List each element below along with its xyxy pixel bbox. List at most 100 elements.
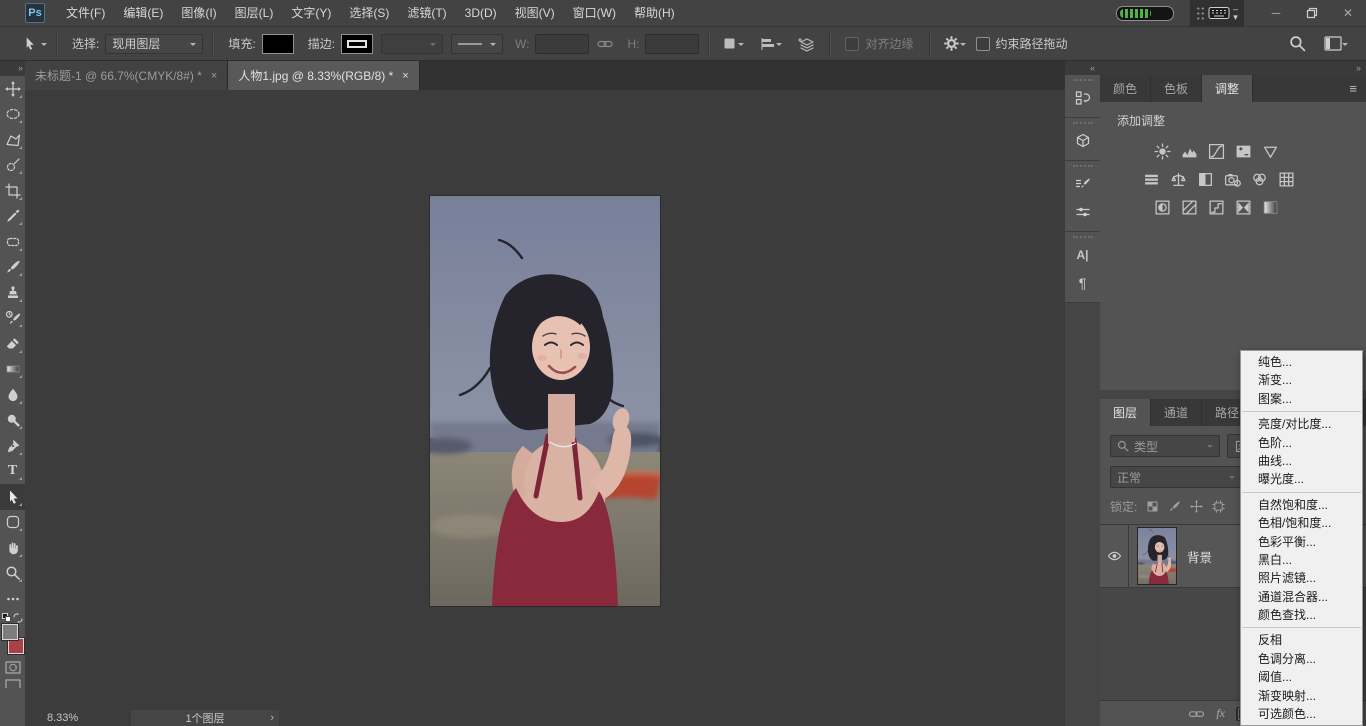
menu-item[interactable]: 选择(S) xyxy=(340,0,398,26)
type-tool[interactable]: T xyxy=(0,459,25,485)
hand-tool[interactable] xyxy=(0,535,25,561)
healing-patch-tool[interactable] xyxy=(0,229,25,255)
curves-button[interactable] xyxy=(1205,141,1227,162)
background-color-swatch[interactable] xyxy=(8,637,24,654)
menu-item[interactable]: 图像(I) xyxy=(172,0,225,26)
clone-stamp-tool[interactable] xyxy=(0,280,25,306)
crop-tool[interactable] xyxy=(0,178,25,204)
context-menu-item[interactable]: 曲线... xyxy=(1241,452,1362,470)
context-menu-item[interactable]: 阈值... xyxy=(1241,668,1362,686)
eraser-tool[interactable] xyxy=(0,331,25,357)
blur-tool[interactable] xyxy=(0,382,25,408)
gear-button[interactable] xyxy=(939,32,970,56)
lock-artboard-icon[interactable] xyxy=(1212,500,1226,513)
height-input[interactable] xyxy=(645,33,700,54)
shape-tool[interactable] xyxy=(0,510,25,536)
path-operations-button[interactable] xyxy=(718,32,748,56)
context-menu-item[interactable]: 自然饱和度... xyxy=(1241,496,1362,514)
quick-selection-tool[interactable] xyxy=(0,153,25,179)
history-panel-button[interactable] xyxy=(1068,84,1098,112)
lock-position-icon[interactable] xyxy=(1190,500,1204,513)
context-menu-item[interactable]: 通道混合器... xyxy=(1241,588,1362,606)
document-tab-photo[interactable]: 人物1.jpg @ 8.33%(RGB/8) * × xyxy=(228,61,420,90)
blend-mode-dropdown[interactable]: 正常 xyxy=(1110,466,1242,488)
canvas-area[interactable] xyxy=(25,90,1065,710)
drag-grip[interactable] xyxy=(1072,165,1093,167)
invert-button[interactable] xyxy=(1151,197,1173,218)
marquee-tool[interactable] xyxy=(0,102,25,128)
path-selection-tool[interactable] xyxy=(0,484,25,510)
color-lookup-button[interactable] xyxy=(1275,169,1297,190)
color-balance-button[interactable] xyxy=(1167,169,1189,190)
tab-channels[interactable]: 通道 xyxy=(1151,399,1203,426)
document-info[interactable]: 1个图层 › xyxy=(131,710,279,726)
select-mode-dropdown[interactable]: 现用图层 xyxy=(105,33,204,54)
black-white-button[interactable] xyxy=(1194,169,1216,190)
link-layers-button[interactable] xyxy=(1188,706,1205,722)
menu-item[interactable]: 窗口(W) xyxy=(564,0,625,26)
context-menu-item[interactable]: 渐变... xyxy=(1241,371,1362,389)
character-panel-button[interactable]: A| xyxy=(1068,241,1098,269)
stroke-color-swatch[interactable] xyxy=(341,33,374,54)
stroke-type-dropdown[interactable] xyxy=(451,33,504,54)
tool-preset-button[interactable] xyxy=(18,32,41,56)
quick-mask-button[interactable] xyxy=(4,660,21,674)
more-tools-button[interactable] xyxy=(0,586,25,612)
3d-panel-button[interactable] xyxy=(1068,127,1098,155)
screen-mode-button[interactable] xyxy=(4,678,21,688)
brightness-contrast-button[interactable] xyxy=(1151,141,1173,162)
menu-item[interactable]: 编辑(E) xyxy=(114,0,172,26)
context-menu-item[interactable]: 亮度/对比度... xyxy=(1241,415,1362,433)
context-menu-item[interactable]: 色彩平衡... xyxy=(1241,533,1362,551)
posterize-button[interactable] xyxy=(1178,197,1200,218)
tool-presets-panel-button[interactable] xyxy=(1068,198,1098,226)
lock-pixels-icon[interactable] xyxy=(1168,500,1181,513)
menu-item[interactable]: 帮助(H) xyxy=(625,0,684,26)
drag-grip[interactable] xyxy=(1072,236,1093,238)
layer-filter-dropdown[interactable]: 类型 xyxy=(1110,435,1220,457)
context-menu-item[interactable]: 色调分离... xyxy=(1241,650,1362,668)
context-menu-item[interactable]: 纯色... xyxy=(1241,353,1362,371)
context-menu-item[interactable]: 可选颜色... xyxy=(1241,705,1362,723)
layer-thumbnail[interactable] xyxy=(1137,527,1177,585)
exposure-button[interactable] xyxy=(1232,141,1254,162)
menu-item[interactable]: 3D(D) xyxy=(456,0,506,26)
close-tab-icon[interactable]: × xyxy=(211,70,217,82)
gradient-tool[interactable] xyxy=(0,357,25,383)
hue-saturation-button[interactable] xyxy=(1140,169,1162,190)
levels-button[interactable] xyxy=(1178,141,1200,162)
history-brush-tool[interactable] xyxy=(0,306,25,332)
tab-adjustments[interactable]: 调整 xyxy=(1202,75,1254,102)
tab-color[interactable]: 颜色 xyxy=(1100,75,1152,102)
drag-grip[interactable] xyxy=(1072,79,1093,81)
photo-filter-button[interactable] xyxy=(1221,169,1243,190)
expand-panels-icon[interactable]: ‹‹ xyxy=(1065,61,1100,75)
tab-layers[interactable]: 图层 xyxy=(1100,399,1152,426)
path-alignment-button[interactable] xyxy=(756,32,786,56)
foreground-color-swatch[interactable] xyxy=(2,623,18,640)
context-menu-item[interactable]: 色相/饱和度... xyxy=(1241,514,1362,532)
brush-settings-panel-button[interactable] xyxy=(1068,170,1098,198)
constrain-path-checkbox[interactable] xyxy=(975,36,990,51)
dodge-tool[interactable] xyxy=(0,408,25,434)
lock-transparency-icon[interactable] xyxy=(1146,500,1159,513)
context-menu-item[interactable]: 颜色查找... xyxy=(1241,606,1362,624)
minimize-button[interactable]: ─ xyxy=(1258,0,1294,27)
eyedropper-tool[interactable] xyxy=(0,204,25,230)
brush-tool[interactable] xyxy=(0,255,25,281)
context-menu-item[interactable]: 反相 xyxy=(1241,631,1362,649)
context-menu-item[interactable]: 色阶... xyxy=(1241,434,1362,452)
chevron-down-icon[interactable]: ▾ xyxy=(1233,13,1238,22)
layer-visibility-toggle[interactable] xyxy=(1100,525,1129,587)
layer-style-button[interactable]: fx xyxy=(1216,706,1225,721)
context-menu-item[interactable]: 黑白... xyxy=(1241,551,1362,569)
collapse-panels-icon[interactable]: ›› xyxy=(1100,61,1366,75)
menu-item[interactable]: 文件(F) xyxy=(57,0,114,26)
lasso-tool[interactable] xyxy=(0,127,25,153)
search-button[interactable] xyxy=(1285,32,1310,56)
context-menu-item[interactable]: 照片滤镜... xyxy=(1241,569,1362,587)
pen-tool[interactable] xyxy=(0,433,25,459)
width-input[interactable] xyxy=(535,33,590,54)
close-tab-icon[interactable]: × xyxy=(402,70,408,82)
zoom-level[interactable]: 8.33% xyxy=(47,712,131,724)
